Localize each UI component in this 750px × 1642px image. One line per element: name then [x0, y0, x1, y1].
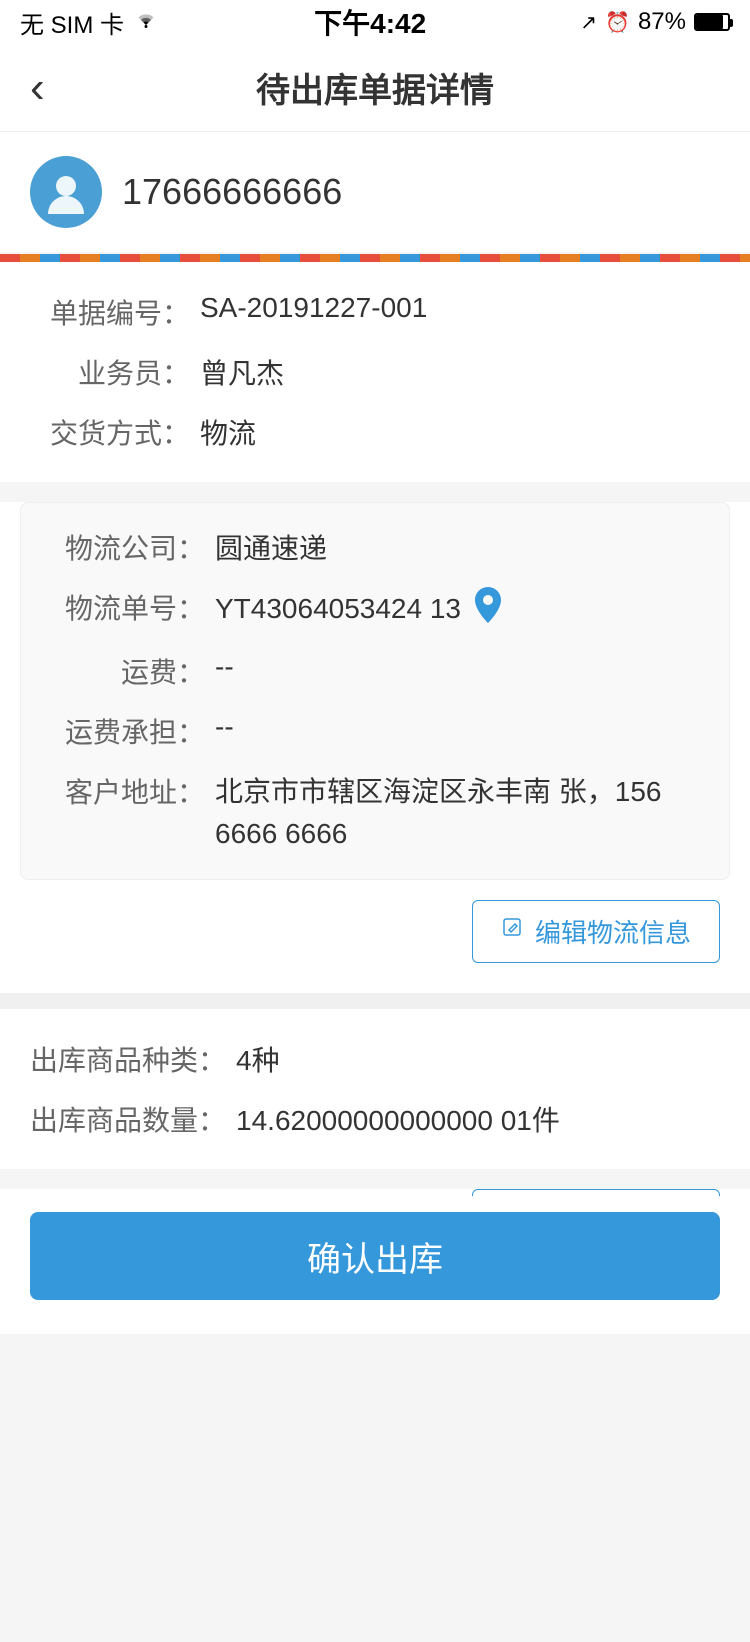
- location-status-icon: ↗: [580, 10, 597, 35]
- logistics-company-row: 物流公司： 圆通速递: [45, 527, 705, 567]
- order-number-value: SA-20191227-001: [200, 292, 720, 324]
- alarm-icon: ⏰: [605, 10, 630, 35]
- goods-section: 出库商品种类： 4种 出库商品数量： 14.62000000000000 01件: [0, 1009, 750, 1169]
- goods-types-value: 4种: [236, 1039, 720, 1079]
- confirm-outbound-button[interactable]: 确认出库: [30, 1212, 720, 1300]
- address-row: 客户地址： 北京市市辖区海淀区永丰南 张，156 6666 6666: [45, 771, 705, 855]
- order-number-label: 单据编号：: [30, 292, 190, 332]
- freight-bear-label: 运费承担：: [45, 711, 205, 751]
- nav-bar: ‹ 待出库单据详情: [0, 44, 750, 132]
- order-info-section: 单据编号： SA-20191227-001 业务员： 曾凡杰 交货方式： 物流: [0, 262, 750, 482]
- freight-row: 运费： --: [45, 651, 705, 691]
- status-right: ↗ ⏰ 87%: [580, 8, 730, 36]
- order-number-row: 单据编号： SA-20191227-001: [30, 292, 720, 332]
- salesman-value: 曾凡杰: [200, 352, 720, 392]
- edit-logistics-section: 编辑物流信息: [0, 900, 750, 993]
- separator: [0, 993, 750, 1009]
- customer-phone: 17666666666: [122, 171, 342, 213]
- goods-quantity-value: 14.62000000000000 01件: [236, 1099, 720, 1139]
- logistics-tracking-row: 物流单号： YT43064053424 13: [45, 587, 705, 631]
- status-bar: 无 SIM 卡 下午4:42 ↗ ⏰ 87%: [0, 0, 750, 44]
- salesman-row: 业务员： 曾凡杰: [30, 352, 720, 392]
- edit-logistics-label: 编辑物流信息: [535, 913, 691, 950]
- goods-quantity-label: 出库商品数量：: [30, 1099, 226, 1139]
- delivery-label: 交货方式：: [30, 412, 190, 452]
- edit-icon: [501, 916, 525, 947]
- back-button[interactable]: ‹: [30, 63, 90, 113]
- time-display: 下午4:42: [314, 2, 426, 42]
- battery-text: 87%: [638, 8, 686, 36]
- goods-types-row: 出库商品种类： 4种: [30, 1039, 720, 1079]
- status-left: 无 SIM 卡: [20, 5, 160, 40]
- logistics-wrapper: 物流公司： 圆通速递 物流单号： YT43064053424 13 运费： --: [0, 502, 750, 993]
- freight-bear-row: 运费承担： --: [45, 711, 705, 751]
- delivery-row: 交货方式： 物流: [30, 412, 720, 452]
- freight-value: --: [215, 651, 705, 683]
- freight-label: 运费：: [45, 651, 205, 691]
- salesman-label: 业务员：: [30, 352, 190, 392]
- goods-quantity-row: 出库商品数量： 14.62000000000000 01件: [30, 1099, 720, 1139]
- wifi-icon: [132, 8, 160, 36]
- freight-bear-value: --: [215, 711, 705, 743]
- logistics-tracking-label: 物流单号：: [45, 587, 205, 627]
- customer-header: 17666666666: [0, 132, 750, 252]
- carrier-text: 无 SIM 卡: [20, 5, 124, 40]
- logistics-company-value: 圆通速递: [215, 527, 705, 567]
- battery-icon: [694, 13, 730, 31]
- confirm-btn-container: 确认出库: [0, 1196, 750, 1334]
- page-title: 待出库单据详情: [256, 63, 494, 112]
- location-pin-icon[interactable]: [473, 587, 503, 631]
- main-content: 17666666666 单据编号： SA-20191227-001 业务员： 曾…: [0, 132, 750, 1642]
- logistics-tracking-value: YT43064053424 13: [215, 587, 705, 631]
- dashed-divider: [0, 254, 750, 262]
- address-value: 北京市市辖区海淀区永丰南 张，156 6666 6666: [215, 771, 705, 855]
- avatar: [30, 156, 102, 228]
- logistics-card: 物流公司： 圆通速递 物流单号： YT43064053424 13 运费： --: [20, 502, 730, 880]
- address-label: 客户地址：: [45, 771, 205, 811]
- goods-types-label: 出库商品种类：: [30, 1039, 226, 1079]
- logistics-company-label: 物流公司：: [45, 527, 205, 567]
- edit-logistics-button[interactable]: 编辑物流信息: [472, 900, 720, 963]
- delivery-value: 物流: [200, 412, 720, 452]
